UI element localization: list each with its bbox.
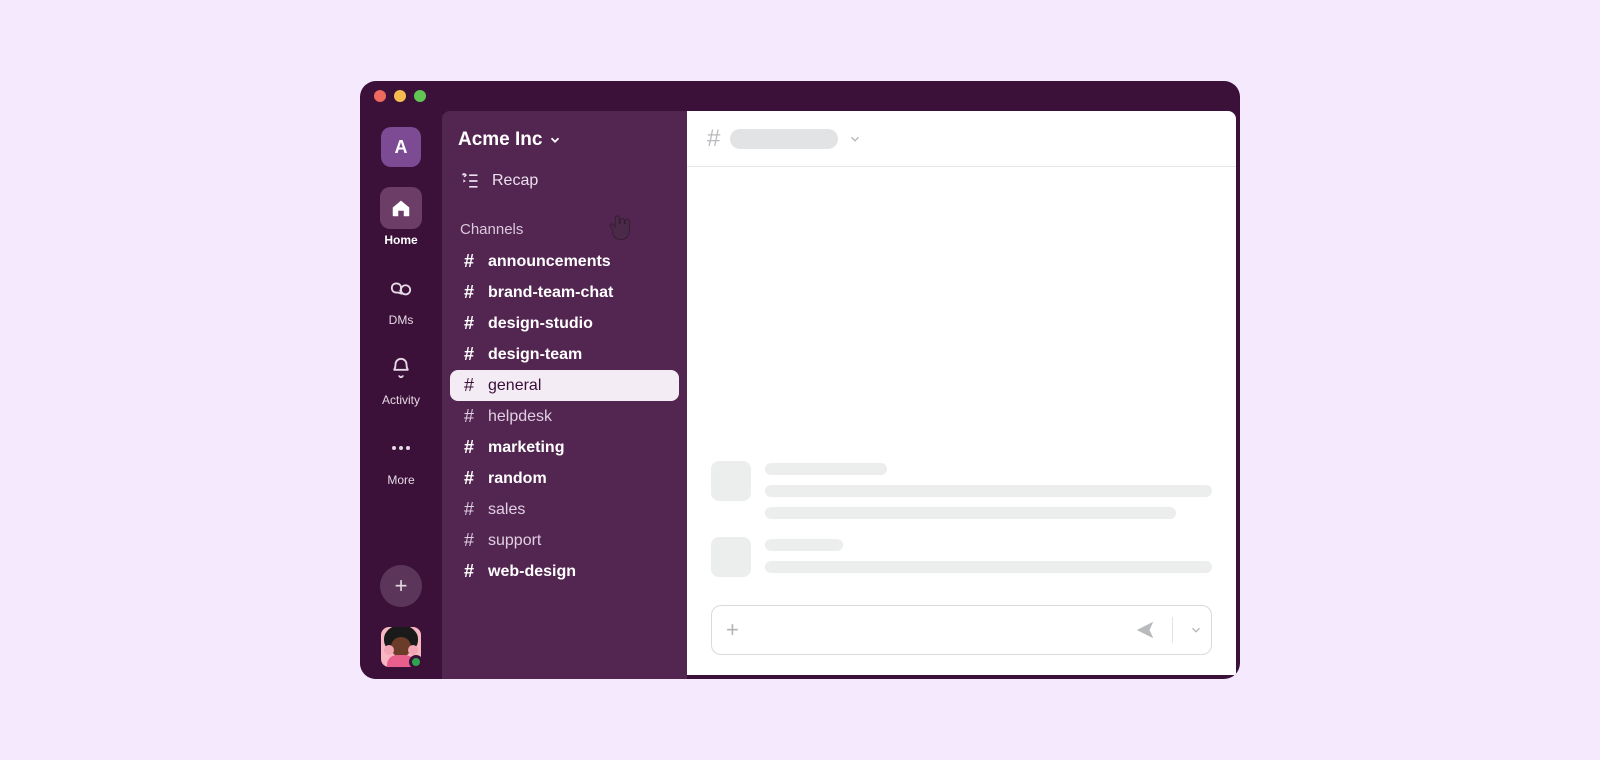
hash-icon: # [462,468,476,489]
chevron-down-icon[interactable] [1189,623,1203,637]
close-window-button[interactable] [374,90,386,102]
channel-name: support [488,532,541,550]
user-avatar[interactable] [381,627,421,667]
channel-name: random [488,470,547,488]
placeholder-line [765,539,843,551]
hash-icon: # [462,499,476,520]
channel-name: web-design [488,563,576,581]
channel-header[interactable]: # [687,111,1236,167]
presence-indicator [409,655,423,669]
channel-brand-team-chat[interactable]: # brand-team-chat [450,277,679,308]
plus-icon: + [395,573,408,599]
divider [1172,617,1173,643]
hash-icon: # [462,344,476,365]
channels-heading: Channels [460,221,523,238]
placeholder-line [765,561,1212,573]
channel-support[interactable]: # support [450,525,679,556]
chevron-down-icon [548,133,562,147]
channel-name: design-studio [488,315,593,333]
channel-name-placeholder [730,129,838,149]
channel-list: # announcements # brand-team-chat # design-st… [450,246,679,587]
channel-name: sales [488,501,525,519]
placeholder-line [765,507,1176,519]
channel-announcements[interactable]: # announcements [450,246,679,277]
placeholder-line [765,485,1212,497]
channel-general[interactable]: # general [450,370,679,401]
channels-section-header[interactable]: Channels [450,197,679,246]
rail-label: DMs [389,313,414,327]
channel-name: announcements [488,253,611,271]
channel-web-design[interactable]: # web-design [450,556,679,587]
hash-icon: # [462,251,476,272]
minimize-window-button[interactable] [394,90,406,102]
channel-name: brand-team-chat [488,284,613,302]
workspace-rail: A Home DMs Activity [360,111,442,679]
hash-icon: # [462,282,476,303]
workspace-menu[interactable]: Acme Inc [450,123,679,165]
message-item [711,461,1212,519]
channel-design-team[interactable]: # design-team [450,339,679,370]
rail-item-activity[interactable]: Activity [380,347,422,407]
hash-icon: # [462,561,476,582]
rail-label: More [387,473,414,487]
channel-marketing[interactable]: # marketing [450,432,679,463]
channel-name: general [488,377,541,395]
channel-helpdesk[interactable]: # helpdesk [450,401,679,432]
message-avatar-placeholder [711,537,751,577]
pointer-cursor-icon [607,213,635,243]
hash-icon: # [462,375,476,396]
message-avatar-placeholder [711,461,751,501]
channel-design-studio[interactable]: # design-studio [450,308,679,339]
attach-button[interactable]: + [726,617,739,643]
workspace-name: Acme Inc [458,129,542,151]
placeholder-line [765,463,887,475]
recap-label: Recap [492,172,538,190]
channel-name: helpdesk [488,408,552,426]
app-window: A Home DMs Activity [360,81,1240,679]
channel-name: design-team [488,346,582,364]
bell-icon [380,347,422,389]
create-new-button[interactable]: + [380,565,422,607]
channel-sales[interactable]: # sales [450,494,679,525]
dms-icon [380,267,422,309]
sidebar-item-recap[interactable]: Recap [450,165,679,197]
hash-icon: # [462,530,476,551]
plus-icon: + [726,617,739,642]
message-composer[interactable]: + [711,605,1212,655]
maximize-window-button[interactable] [414,90,426,102]
rail-label: Home [384,233,417,247]
send-icon[interactable] [1134,619,1156,641]
chevron-down-icon [848,132,862,146]
channel-sidebar: Acme Inc Recap Channels # announcements # b… [442,111,687,679]
rail-label: Activity [382,393,420,407]
channel-random[interactable]: # random [450,463,679,494]
message-list [687,167,1236,601]
more-icon [380,427,422,469]
workspace-switcher[interactable]: A [381,127,421,167]
workspace-initial: A [395,137,408,158]
home-icon [380,187,422,229]
rail-item-home[interactable]: Home [380,187,422,247]
rail-item-more[interactable]: More [380,427,422,487]
recap-icon [460,171,480,191]
hash-icon: # [462,437,476,458]
channel-name: marketing [488,439,564,457]
hash-icon: # [462,406,476,427]
hash-icon: # [707,125,720,153]
conversation-pane: # [687,111,1236,675]
message-item [711,537,1212,577]
rail-item-dms[interactable]: DMs [380,267,422,327]
hash-icon: # [462,313,476,334]
titlebar [360,81,1240,111]
